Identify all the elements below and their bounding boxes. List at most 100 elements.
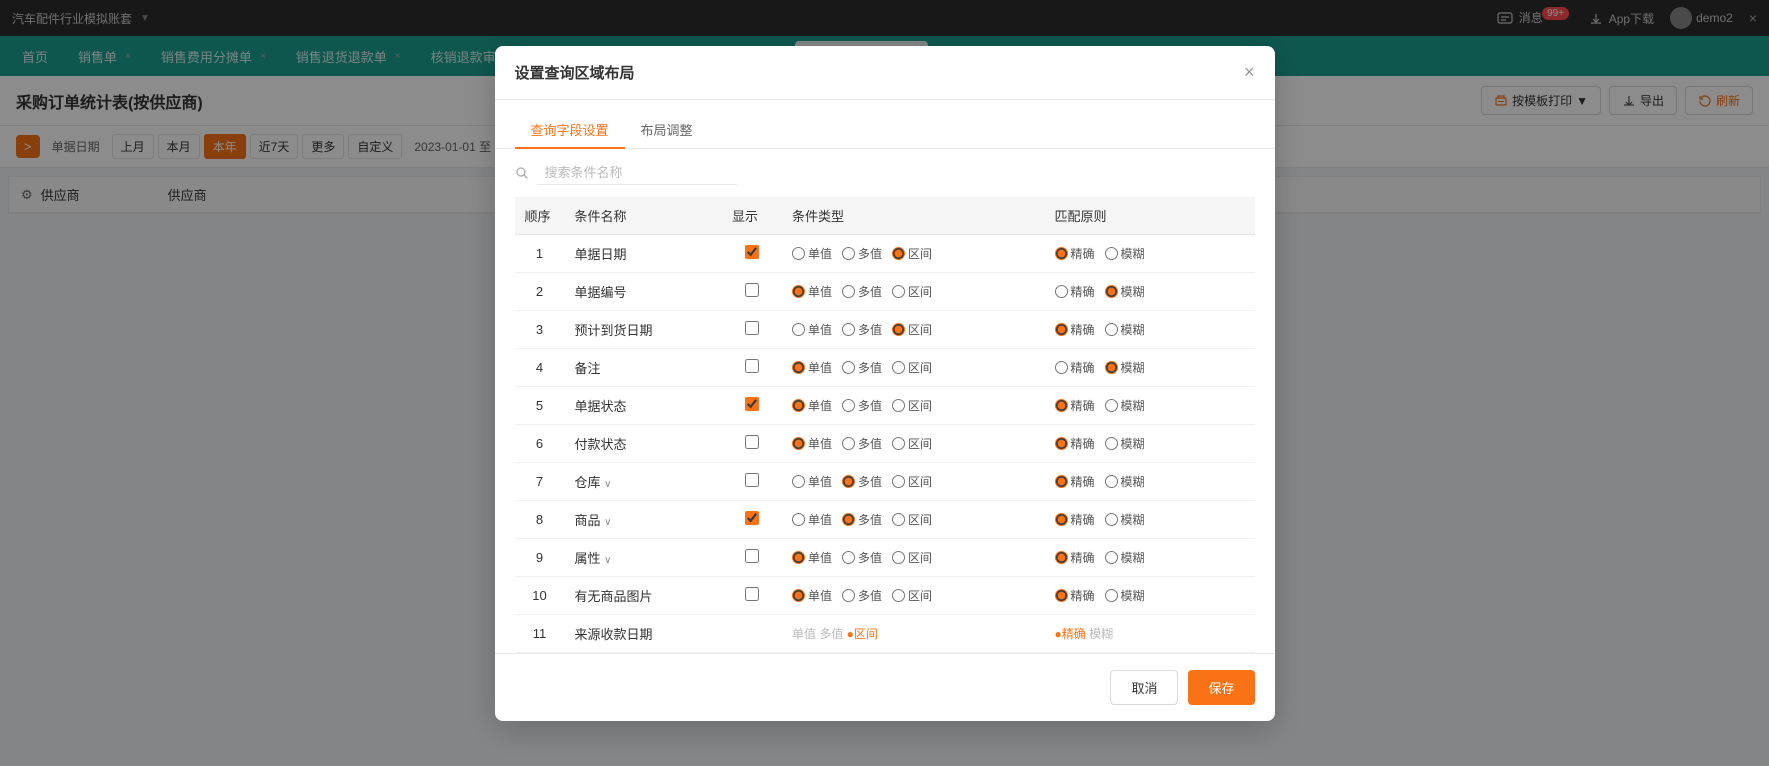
type-type_multi-label[interactable]: 多值 xyxy=(842,473,882,490)
match-match_exact-label[interactable]: 精确 xyxy=(1055,245,1095,262)
type-type_single-label[interactable]: 单值 xyxy=(792,435,832,452)
show-checkbox[interactable] xyxy=(745,511,759,525)
show-checkbox[interactable] xyxy=(745,397,759,411)
match-match_exact-label[interactable]: 精确 xyxy=(1055,321,1095,338)
type-type_single-radio[interactable] xyxy=(792,513,805,526)
type-type_multi-radio[interactable] xyxy=(842,475,855,488)
match-match_exact-radio[interactable] xyxy=(1055,551,1068,564)
type-type_multi-label[interactable]: 多值 xyxy=(842,397,882,414)
type-type_single-label[interactable]: 单值 xyxy=(792,359,832,376)
match-match_fuzzy-radio[interactable] xyxy=(1105,475,1118,488)
type-type_multi-label[interactable]: 多值 xyxy=(842,587,882,604)
tab-layout-adjust[interactable]: 布局调整 xyxy=(625,112,709,149)
type-type_multi-radio[interactable] xyxy=(842,513,855,526)
type-type_multi-radio[interactable] xyxy=(842,323,855,336)
type-type_single-label[interactable]: 单值 xyxy=(792,245,832,262)
type-type_multi-label[interactable]: 多值 xyxy=(842,511,882,528)
type-type_range-label[interactable]: 区间 xyxy=(892,397,932,414)
match-match_fuzzy-label[interactable]: 模糊 xyxy=(1105,283,1145,300)
type-type_multi-radio[interactable] xyxy=(842,589,855,602)
type-type_range-radio[interactable] xyxy=(892,323,905,336)
match-match_exact-radio[interactable] xyxy=(1055,323,1068,336)
type-type_multi-radio[interactable] xyxy=(842,361,855,374)
match-match_exact-radio[interactable] xyxy=(1055,361,1068,374)
match-match_fuzzy-radio[interactable] xyxy=(1105,323,1118,336)
show-checkbox[interactable] xyxy=(745,435,759,449)
type-type_range-radio[interactable] xyxy=(892,475,905,488)
type-type_single-label[interactable]: 单值 xyxy=(792,511,832,528)
match-match_exact-label[interactable]: 精确 xyxy=(1055,473,1095,490)
match-match_exact-label[interactable]: 精确 xyxy=(1055,435,1095,452)
match-match_exact-radio[interactable] xyxy=(1055,589,1068,602)
match-match_fuzzy-label[interactable]: 模糊 xyxy=(1105,321,1145,338)
type-type_range-label[interactable]: 区间 xyxy=(892,359,932,376)
show-checkbox[interactable] xyxy=(745,283,759,297)
type-type_range-label[interactable]: 区间 xyxy=(892,283,932,300)
match-match_exact-radio[interactable] xyxy=(1055,513,1068,526)
type-type_single-radio[interactable] xyxy=(792,247,805,260)
match-match_fuzzy-label[interactable]: 模糊 xyxy=(1105,549,1145,566)
search-input[interactable] xyxy=(537,161,737,185)
match-match_exact-label[interactable]: 精确 xyxy=(1055,511,1095,528)
type-type_range-radio[interactable] xyxy=(892,513,905,526)
match-match_exact-label[interactable]: 精确 xyxy=(1055,397,1095,414)
match-match_fuzzy-radio[interactable] xyxy=(1105,285,1118,298)
type-type_single-label[interactable]: 单值 xyxy=(792,283,832,300)
type-type_range-radio[interactable] xyxy=(892,437,905,450)
show-checkbox[interactable] xyxy=(745,587,759,601)
type-type_multi-radio[interactable] xyxy=(842,285,855,298)
type-type_multi-label[interactable]: 多值 xyxy=(842,283,882,300)
dialog-close-button[interactable]: × xyxy=(1244,63,1255,81)
type-type_range-label[interactable]: 区间 xyxy=(892,511,932,528)
type-type_single-label[interactable]: 单值 xyxy=(792,587,832,604)
type-type_single-radio[interactable] xyxy=(792,361,805,374)
type-type_single-radio[interactable] xyxy=(792,399,805,412)
type-type_multi-label[interactable]: 多值 xyxy=(842,549,882,566)
type-type_single-radio[interactable] xyxy=(792,285,805,298)
match-match_fuzzy-radio[interactable] xyxy=(1105,551,1118,564)
type-type_single-radio[interactable] xyxy=(792,589,805,602)
type-type_range-radio[interactable] xyxy=(892,247,905,260)
type-type_range-label[interactable]: 区间 xyxy=(892,549,932,566)
type-type_range-radio[interactable] xyxy=(892,285,905,298)
match-match_fuzzy-label[interactable]: 模糊 xyxy=(1105,473,1145,490)
match-match_fuzzy-radio[interactable] xyxy=(1105,437,1118,450)
cancel-button[interactable]: 取消 xyxy=(1110,670,1178,705)
type-type_multi-label[interactable]: 多值 xyxy=(842,321,882,338)
type-type_single-label[interactable]: 单值 xyxy=(792,321,832,338)
type-type_multi-radio[interactable] xyxy=(842,551,855,564)
match-match_fuzzy-label[interactable]: 模糊 xyxy=(1105,435,1145,452)
type-type_multi-label[interactable]: 多值 xyxy=(842,435,882,452)
type-type_range-radio[interactable] xyxy=(892,399,905,412)
show-checkbox[interactable] xyxy=(745,359,759,373)
type-type_single-label[interactable]: 单值 xyxy=(792,473,832,490)
match-match_exact-radio[interactable] xyxy=(1055,399,1068,412)
type-type_multi-radio[interactable] xyxy=(842,247,855,260)
show-checkbox[interactable] xyxy=(745,473,759,487)
match-match_exact-radio[interactable] xyxy=(1055,437,1068,450)
type-type_multi-label[interactable]: 多值 xyxy=(842,359,882,376)
type-type_range-radio[interactable] xyxy=(892,361,905,374)
type-type_single-radio[interactable] xyxy=(792,437,805,450)
match-match_exact-label[interactable]: 精确 xyxy=(1055,283,1095,300)
type-type_range-radio[interactable] xyxy=(892,589,905,602)
match-match_exact-label[interactable]: 精确 xyxy=(1055,549,1095,566)
match-match_fuzzy-radio[interactable] xyxy=(1105,399,1118,412)
show-checkbox[interactable] xyxy=(745,321,759,335)
match-match_fuzzy-radio[interactable] xyxy=(1105,513,1118,526)
match-match_exact-label[interactable]: 精确 xyxy=(1055,359,1095,376)
show-checkbox[interactable] xyxy=(745,549,759,563)
match-match_fuzzy-label[interactable]: 模糊 xyxy=(1105,359,1145,376)
type-type_multi-radio[interactable] xyxy=(842,399,855,412)
match-match_fuzzy-label[interactable]: 模糊 xyxy=(1105,511,1145,528)
type-type_range-label[interactable]: 区间 xyxy=(892,245,932,262)
match-match_fuzzy-label[interactable]: 模糊 xyxy=(1105,587,1145,604)
type-type_single-label[interactable]: 单值 xyxy=(792,397,832,414)
match-match_fuzzy-radio[interactable] xyxy=(1105,589,1118,602)
type-type_range-label[interactable]: 区间 xyxy=(892,473,932,490)
match-match_fuzzy-radio[interactable] xyxy=(1105,361,1118,374)
save-button[interactable]: 保存 xyxy=(1188,670,1254,705)
type-type_single-label[interactable]: 单值 xyxy=(792,549,832,566)
match-match_fuzzy-label[interactable]: 模糊 xyxy=(1105,245,1145,262)
match-match_exact-label[interactable]: 精确 xyxy=(1055,587,1095,604)
